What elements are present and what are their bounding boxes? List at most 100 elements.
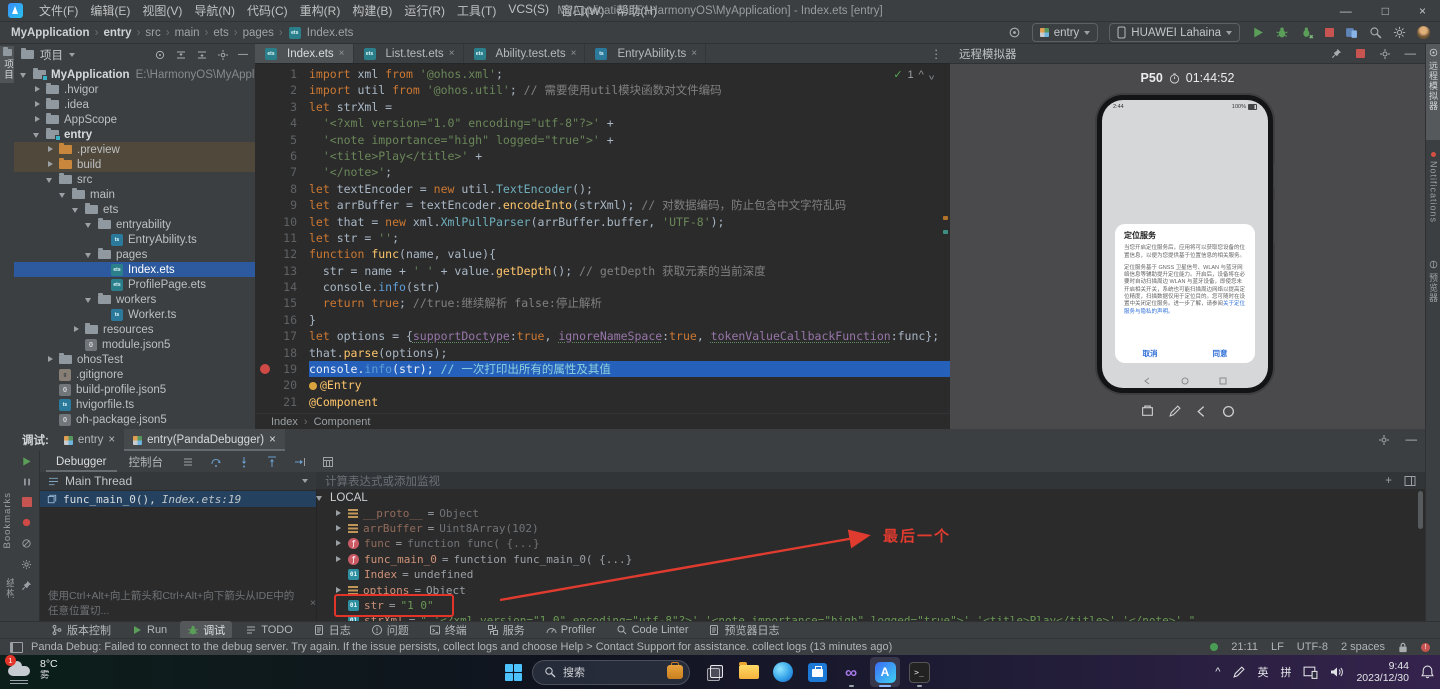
gutter-line-number[interactable]: 17	[255, 328, 309, 344]
home-icon[interactable]	[1222, 405, 1235, 418]
gutter-line-number[interactable]: 7	[255, 164, 309, 180]
gutter-line-number[interactable]: 4	[255, 115, 309, 131]
breadcrumb-item[interactable]: pages	[242, 27, 275, 39]
tree-item[interactable]: {} oh-package.json5	[14, 412, 255, 427]
settings-gear-icon[interactable]	[1393, 26, 1406, 39]
menu-item[interactable]: 代码(C)	[241, 1, 294, 20]
tree-item[interactable]: .hvigor	[14, 82, 255, 97]
debug-session-tab[interactable]: entry ×	[55, 429, 124, 451]
dialog-agree-button[interactable]: 同意	[1213, 349, 1228, 357]
inspection-widget[interactable]: ✓ 1 ^ ^	[893, 68, 934, 82]
hamburger-menu-icon[interactable]	[182, 456, 194, 468]
tree-item[interactable]: .preview	[14, 142, 255, 157]
editor-breadcrumb-item[interactable]: Index	[271, 416, 298, 428]
hide-panel-icon[interactable]: —	[1405, 48, 1417, 60]
watch-expression-field[interactable]: 计算表达式或添加监视 +	[316, 472, 1425, 490]
hide-panel-icon[interactable]: —	[1406, 434, 1418, 446]
code-line[interactable]: 5 '<note importance="high" logged="true"…	[255, 132, 950, 148]
minimize-button[interactable]: —	[1340, 4, 1352, 18]
gutter-line-number[interactable]: 1	[255, 66, 309, 82]
tree-item[interactable]: AppScope	[14, 112, 255, 127]
tree-item[interactable]: MyApplication E:\HarmonyOS\MyApplication	[14, 67, 255, 82]
menu-item[interactable]: 重构(R)	[294, 1, 347, 20]
cast-display-icon[interactable]	[1303, 666, 1318, 679]
tool-window-button-play[interactable]: Run	[124, 623, 174, 637]
chevron-down-icon[interactable]	[69, 52, 75, 57]
stop-button[interactable]	[1325, 28, 1334, 37]
menu-item[interactable]: 构建(B)	[346, 1, 398, 20]
debug-settings-icon[interactable]	[1378, 434, 1390, 446]
editor-tab[interactable]: ets Index.ets ×	[255, 44, 354, 63]
search-highlight-icon[interactable]	[667, 662, 683, 679]
breadcrumb-file[interactable]: Index.ets	[306, 27, 355, 39]
menu-item[interactable]: 文件(F)	[33, 1, 84, 20]
menu-item[interactable]: 视图(V)	[136, 1, 188, 20]
tree-item[interactable]: workers	[14, 292, 255, 307]
code-line[interactable]: 19 console.info(str); // 一次打印出所有的属性及其值	[255, 361, 950, 378]
editor-tab[interactable]: ts EntryAbility.ts ×	[585, 44, 707, 63]
debug-view-tab[interactable]: Debugger	[46, 451, 117, 472]
target-icon[interactable]	[1008, 26, 1021, 39]
code-line[interactable]: 12 function func(name, value){	[255, 246, 950, 262]
editor-tab[interactable]: ets Ability.test.ets ×	[464, 44, 586, 63]
add-watch-icon[interactable]: +	[1385, 475, 1392, 487]
code-line[interactable]: 10 let that = new xml.XmlPullParser(arrBu…	[255, 214, 950, 230]
chevron-down-icon[interactable]	[72, 205, 81, 214]
tree-item[interactable]: src	[14, 172, 255, 187]
tool-window-button-list[interactable]: TODO	[238, 623, 300, 637]
chevron-down-icon[interactable]	[46, 175, 55, 184]
tree-item[interactable]: entryability	[14, 217, 255, 232]
collapse-all-icon[interactable]	[175, 49, 187, 61]
gutter-line-number[interactable]: 20	[255, 377, 309, 393]
debug-button[interactable]	[1275, 26, 1289, 39]
tool-window-button-prof[interactable]: Profiler	[538, 623, 603, 637]
tool-strip-project-tab[interactable]: 项目	[0, 46, 14, 83]
start-button[interactable]	[505, 663, 522, 681]
run-config-selector[interactable]: entry	[1031, 23, 1099, 42]
gutter-line-number[interactable]: 9	[255, 197, 309, 213]
phone-screen[interactable]: 2:44 100% 定位服务 当您开启定位服务后，应用将可以获取您设备的位置信息…	[1102, 100, 1268, 388]
thread-selector[interactable]: Main Thread	[40, 472, 316, 491]
chevron-right-icon[interactable]	[33, 100, 42, 109]
evaluate-expression-icon[interactable]	[322, 456, 334, 468]
code-line[interactable]: 11 let str = '';	[255, 230, 950, 246]
profiler-button[interactable]	[1300, 26, 1314, 39]
tree-item[interactable]: main	[14, 187, 255, 202]
chevron-right-icon[interactable]	[334, 539, 343, 548]
chevron-right-icon[interactable]	[33, 85, 42, 94]
close-button[interactable]: ×	[1419, 4, 1426, 18]
gutter-line-number[interactable]: 14	[255, 279, 309, 295]
run-button[interactable]	[1251, 26, 1264, 39]
variables-scope-row[interactable]: LOCAL	[316, 490, 1415, 505]
tool-strip-previewer-tab[interactable]: 预览器	[1426, 256, 1440, 328]
debug-gear-icon[interactable]	[21, 559, 32, 570]
code-line[interactable]: 18 that.parse(options);	[255, 345, 950, 361]
line-separator[interactable]: LF	[1271, 641, 1284, 653]
chevron-right-icon[interactable]	[334, 586, 343, 595]
debug-session-tab[interactable]: entry(PandaDebugger) ×	[124, 429, 285, 451]
code-line[interactable]: 16}	[255, 312, 950, 328]
gutter-line-number[interactable]: 2	[255, 82, 309, 98]
run-to-cursor-icon[interactable]	[294, 456, 306, 468]
menu-item[interactable]: 编辑(E)	[84, 1, 136, 20]
indent-setting[interactable]: 2 spaces	[1341, 641, 1385, 653]
back-icon[interactable]	[1195, 405, 1208, 418]
chevron-right-icon[interactable]	[72, 325, 81, 334]
breadcrumb-item[interactable]: ets	[212, 27, 229, 39]
chevron-right-icon[interactable]	[334, 555, 343, 564]
device-selector[interactable]: HUAWEI Lahaina	[1109, 23, 1240, 42]
screenshot-icon[interactable]	[1141, 405, 1154, 418]
code-line[interactable]: 15 return true; //true:继续解析 false:停止解析	[255, 295, 950, 311]
gutter-line-number[interactable]: 16	[255, 312, 309, 328]
debug-view-tab[interactable]: 控制台	[119, 451, 174, 472]
tool-window-button-svc[interactable]: 服务	[480, 621, 532, 639]
step-into-icon[interactable]	[238, 456, 250, 468]
phone-home-icon[interactable]	[1181, 377, 1189, 385]
menu-item[interactable]: 工具(T)	[451, 1, 502, 20]
phone-back-icon[interactable]	[1143, 377, 1151, 385]
close-tab-icon[interactable]: ×	[449, 48, 455, 59]
tree-item[interactable]: ohosTest	[14, 352, 255, 367]
chevron-right-icon[interactable]	[46, 145, 55, 154]
tool-window-button-branch[interactable]: 版本控制	[44, 621, 118, 639]
code-line[interactable]: 7 '</note>';	[255, 164, 950, 180]
